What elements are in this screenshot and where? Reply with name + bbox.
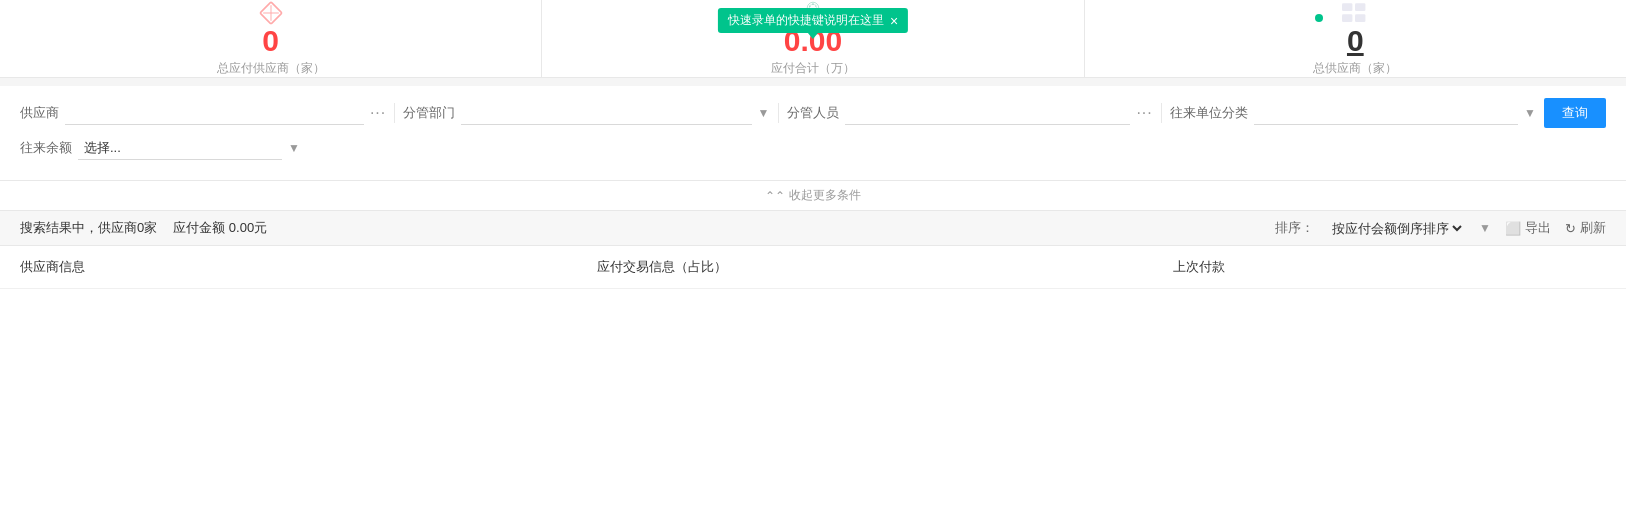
col-header-transaction: 应付交易信息（占比） — [597, 258, 1174, 276]
result-bar: 搜索结果中，供应商0家 应付金额 0.00元 排序： 按应付会额倒序排序 ▼ ⬜… — [0, 210, 1626, 246]
result-amount-text: 应付金额 0.00元 — [173, 219, 267, 237]
export-label: 导出 — [1525, 219, 1551, 237]
table-body — [0, 289, 1626, 515]
filter-supplier-label: 供应商 — [20, 104, 59, 122]
tooltip-badge: 快速录单的快捷键说明在这里 × — [718, 8, 908, 33]
refresh-icon: ↻ — [1565, 221, 1576, 236]
filter-balance-label: 往来余额 — [20, 139, 72, 157]
result-actions: 排序： 按应付会额倒序排序 ▼ ⬜ 导出 ↻ 刷新 — [1275, 219, 1606, 237]
stat-total-suppliers: 0 总供应商（家） — [1085, 0, 1626, 77]
balance-select[interactable]: 选择... — [78, 136, 282, 160]
unit-category-input[interactable] — [1254, 101, 1518, 125]
tooltip-close-icon[interactable]: × — [890, 14, 898, 28]
supplier-dots-icon[interactable]: ··· — [370, 104, 386, 122]
department-input[interactable] — [461, 101, 751, 125]
manager-dots-icon[interactable]: ··· — [1136, 104, 1152, 122]
stat-number-payable-suppliers: 0 — [262, 26, 279, 56]
supplier-input[interactable] — [65, 101, 364, 125]
divider-2 — [778, 103, 779, 123]
svg-rect-12 — [1355, 3, 1365, 11]
top-stats-bar: 0 总应付供应商（家） 快速录单的快捷键说明在这里 × 0.00 应付合计（万） — [0, 0, 1626, 78]
query-button[interactable]: 查询 — [1544, 98, 1606, 128]
table-header: 供应商信息 应付交易信息（占比） 上次付款 — [0, 246, 1626, 289]
collapse-up-icon: ⌃⌃ — [765, 189, 785, 203]
stat-payable-total: 快速录单的快捷键说明在这里 × 0.00 应付合计（万） — [542, 0, 1084, 77]
grid-icon — [1330, 0, 1380, 26]
filter-manager-label: 分管人员 — [787, 104, 839, 122]
divider-1 — [394, 103, 395, 123]
sort-label: 排序： — [1275, 219, 1314, 237]
filter-department: 分管部门 ▼ — [403, 101, 769, 125]
filter-balance: 往来余额 选择... ▼ — [20, 136, 300, 160]
svg-rect-13 — [1342, 14, 1352, 22]
filter-manager: 分管人员 ··· — [787, 101, 1153, 125]
unit-category-chevron-icon[interactable]: ▼ — [1524, 106, 1536, 120]
filter-row-1: 供应商 ··· 分管部门 ▼ 分管人员 ··· 往来单位分类 ▼ 查询 — [20, 98, 1606, 128]
stat-label-payable-suppliers: 总应付供应商（家） — [217, 60, 325, 77]
result-info-text: 搜索结果中，供应商0家 — [20, 219, 157, 237]
stat-number-total-suppliers: 0 — [1347, 26, 1364, 56]
refresh-label: 刷新 — [1580, 219, 1606, 237]
export-icon: ⬜ — [1505, 221, 1521, 236]
filter-unit-category-label: 往来单位分类 — [1170, 104, 1248, 122]
svg-rect-11 — [1342, 3, 1352, 11]
balance-chevron-icon[interactable]: ▼ — [288, 141, 300, 155]
sort-chevron-icon[interactable]: ▼ — [1479, 221, 1491, 235]
collapse-label: 收起更多条件 — [789, 187, 861, 204]
tooltip-text: 快速录单的快捷键说明在这里 — [728, 12, 884, 29]
divider-3 — [1161, 103, 1162, 123]
diamond-icon — [251, 0, 291, 26]
col-header-lastpay: 上次付款 — [1173, 258, 1606, 276]
collapse-button[interactable]: ⌃⌃ 收起更多条件 — [765, 187, 861, 204]
department-chevron-icon[interactable]: ▼ — [758, 106, 770, 120]
filter-row-2: 往来余额 选择... ▼ — [20, 136, 1606, 160]
svg-point-6 — [815, 5, 816, 6]
filter-unit-category: 往来单位分类 ▼ — [1170, 101, 1536, 125]
manager-input[interactable] — [845, 101, 1131, 125]
stat-label-total-suppliers: 总供应商（家） — [1313, 60, 1397, 77]
tooltip-dot — [1315, 14, 1323, 22]
filter-supplier: 供应商 ··· — [20, 101, 386, 125]
stat-total-payable-suppliers: 0 总应付供应商（家） — [0, 0, 542, 77]
export-button[interactable]: ⬜ 导出 — [1505, 219, 1551, 237]
svg-rect-14 — [1355, 14, 1365, 22]
collapse-bar: ⌃⌃ 收起更多条件 — [0, 181, 1626, 210]
filter-department-label: 分管部门 — [403, 104, 455, 122]
filter-area: 供应商 ··· 分管部门 ▼ 分管人员 ··· 往来单位分类 ▼ 查询 往来余额 — [0, 86, 1626, 181]
sort-select[interactable]: 按应付会额倒序排序 — [1328, 220, 1465, 237]
stat-label-payable-total: 应付合计（万） — [771, 60, 855, 77]
svg-point-5 — [812, 3, 814, 5]
refresh-button[interactable]: ↻ 刷新 — [1565, 219, 1606, 237]
col-header-supplier: 供应商信息 — [20, 258, 597, 276]
svg-point-10 — [809, 6, 811, 8]
